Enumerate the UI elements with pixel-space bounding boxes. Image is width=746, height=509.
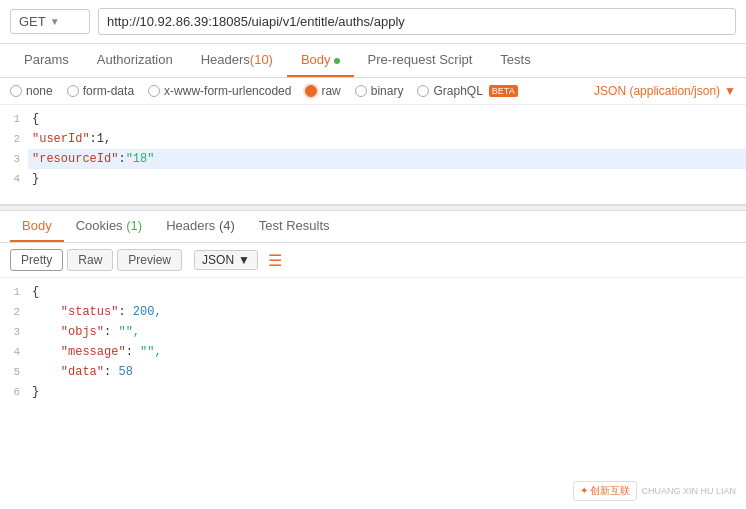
req-line-2: 2 "userId":1, [0,129,746,149]
req-line-1: 1 { [0,109,746,129]
request-code-editor[interactable]: 1 { 2 "userId":1, 3 "resourceId":"18" 4 … [0,105,746,205]
json-format-select[interactable]: JSON ▼ [194,250,258,270]
radio-xwww [148,85,160,97]
watermark-logo: ✦ 创新互联 [573,481,638,501]
resp-line-5: 5 "data": 58 [0,362,746,382]
resp-tab-body[interactable]: Body [10,211,64,242]
radio-raw [305,85,317,97]
body-type-form-data[interactable]: form-data [67,84,134,98]
watermark: ✦ 创新互联 CHUANG XIN HU LIAN [573,481,736,501]
response-view-row: Pretty Raw Preview JSON ▼ ☰ [0,243,746,278]
view-raw-btn[interactable]: Raw [67,249,113,271]
body-type-row: none form-data x-www-form-urlencoded raw… [0,78,746,105]
resp-line-4: 4 "message": "", [0,342,746,362]
tab-params[interactable]: Params [10,44,83,77]
body-type-binary[interactable]: binary [355,84,404,98]
response-tabs: Body Cookies (1) Headers (4) Test Result… [0,211,746,243]
json-type-select[interactable]: JSON (application/json) ▼ [594,84,736,98]
chevron-down-icon: ▼ [50,16,60,27]
radio-binary [355,85,367,97]
url-input[interactable] [98,8,736,35]
graphql-badge: BETA [489,85,518,97]
tab-body[interactable]: Body [287,44,354,77]
resp-tab-cookies[interactable]: Cookies (1) [64,211,154,242]
tab-authorization[interactable]: Authorization [83,44,187,77]
body-type-graphql[interactable]: GraphQL BETA [417,84,517,98]
radio-none [10,85,22,97]
body-type-none[interactable]: none [10,84,53,98]
radio-graphql [417,85,429,97]
chevron-format-icon: ▼ [238,253,250,267]
method-select[interactable]: GET ▼ [10,9,90,34]
view-pretty-btn[interactable]: Pretty [10,249,63,271]
body-type-xwww[interactable]: x-www-form-urlencoded [148,84,291,98]
req-line-3: 3 "resourceId":"18" [0,149,746,169]
view-preview-btn[interactable]: Preview [117,249,182,271]
radio-form-data [67,85,79,97]
watermark-icon: ✦ [580,485,588,496]
body-active-dot [334,58,340,64]
tab-prerequest[interactable]: Pre-request Script [354,44,487,77]
resp-line-2: 2 "status": 200, [0,302,746,322]
resp-tab-headers[interactable]: Headers (4) [154,211,247,242]
tab-headers[interactable]: Headers(10) [187,44,287,77]
response-code-area: 1 { 2 "status": 200, 3 "objs": "", 4 "me… [0,278,746,406]
resp-tab-testresults[interactable]: Test Results [247,211,342,242]
wrap-lines-icon[interactable]: ☰ [268,251,282,270]
method-label: GET [19,14,46,29]
tab-tests[interactable]: Tests [486,44,544,77]
body-type-raw[interactable]: raw [305,84,340,98]
resp-line-1: 1 { [0,282,746,302]
resp-line-6: 6 } [0,382,746,402]
req-line-4: 4 } [0,169,746,189]
resp-line-3: 3 "objs": "", [0,322,746,342]
url-bar: GET ▼ [0,0,746,44]
chevron-json-icon: ▼ [724,84,736,98]
request-tabs: Params Authorization Headers(10) Body Pr… [0,44,746,78]
